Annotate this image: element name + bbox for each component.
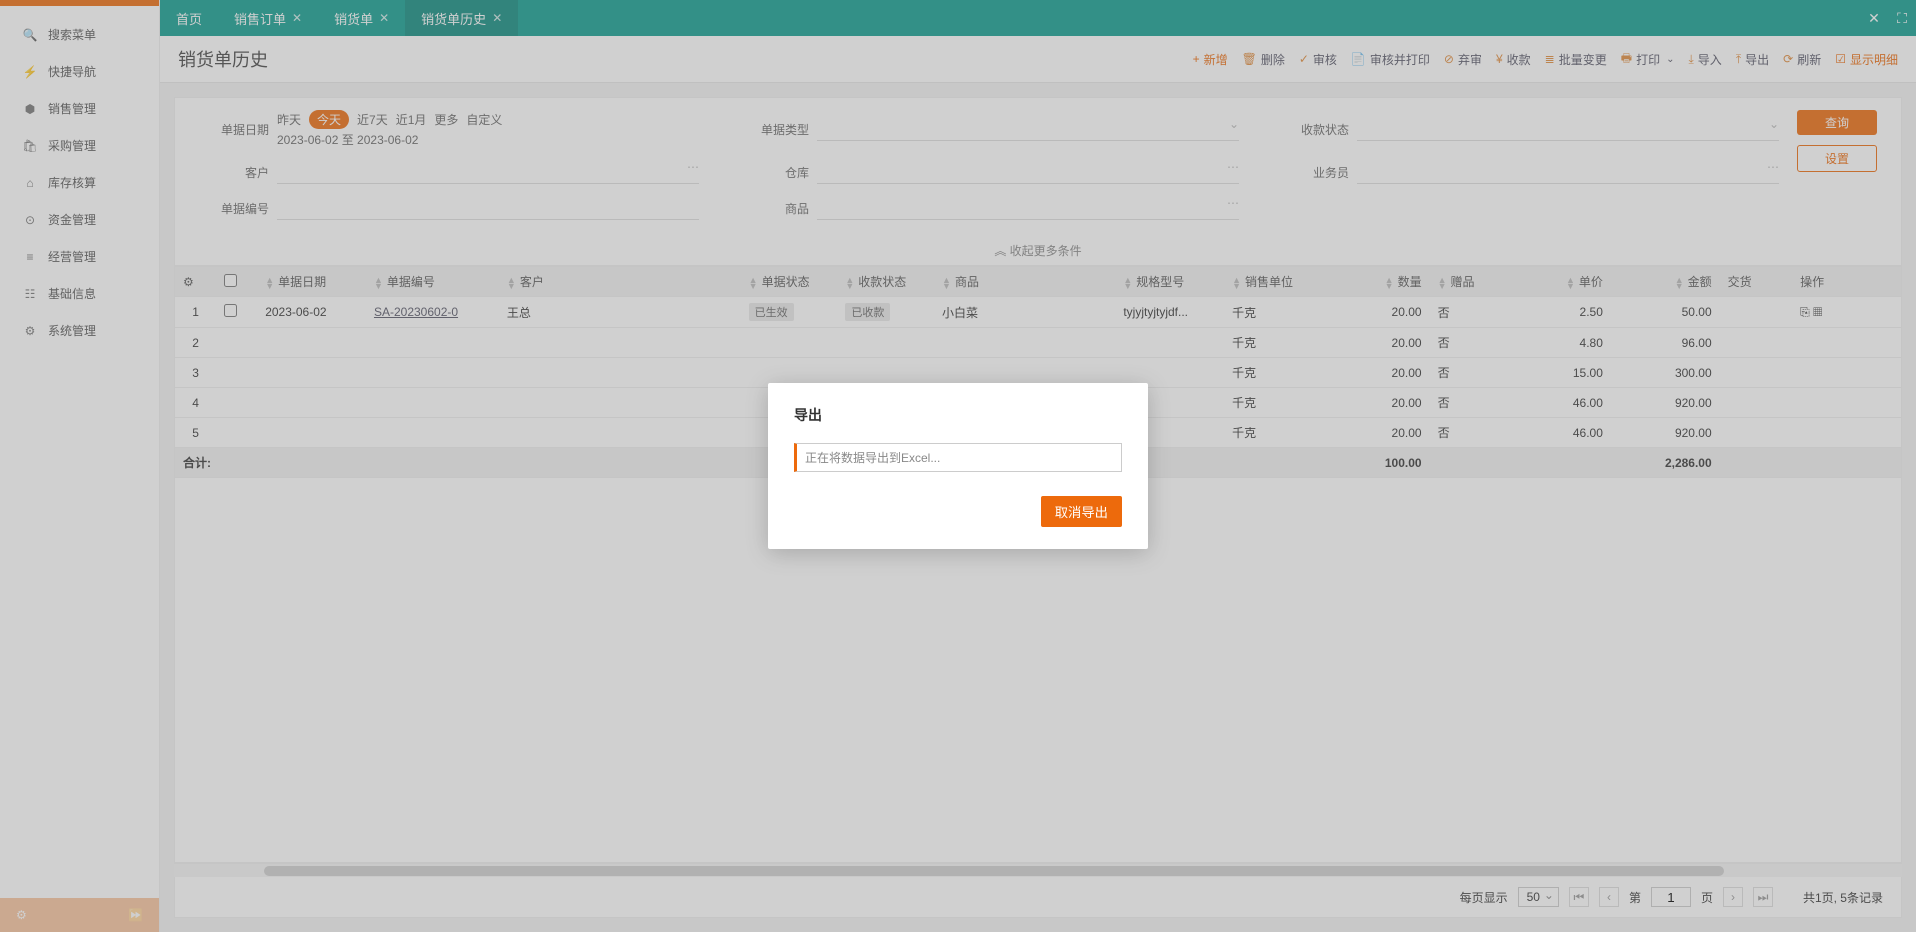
modal-message: 正在将数据导出到Excel... xyxy=(794,443,1122,472)
modal-title: 导出 xyxy=(794,405,1122,425)
cancel-export-button[interactable]: 取消导出 xyxy=(1041,496,1122,527)
export-modal: 导出 正在将数据导出到Excel... 取消导出 xyxy=(768,383,1148,549)
modal-overlay: 导出 正在将数据导出到Excel... 取消导出 xyxy=(0,0,1916,932)
